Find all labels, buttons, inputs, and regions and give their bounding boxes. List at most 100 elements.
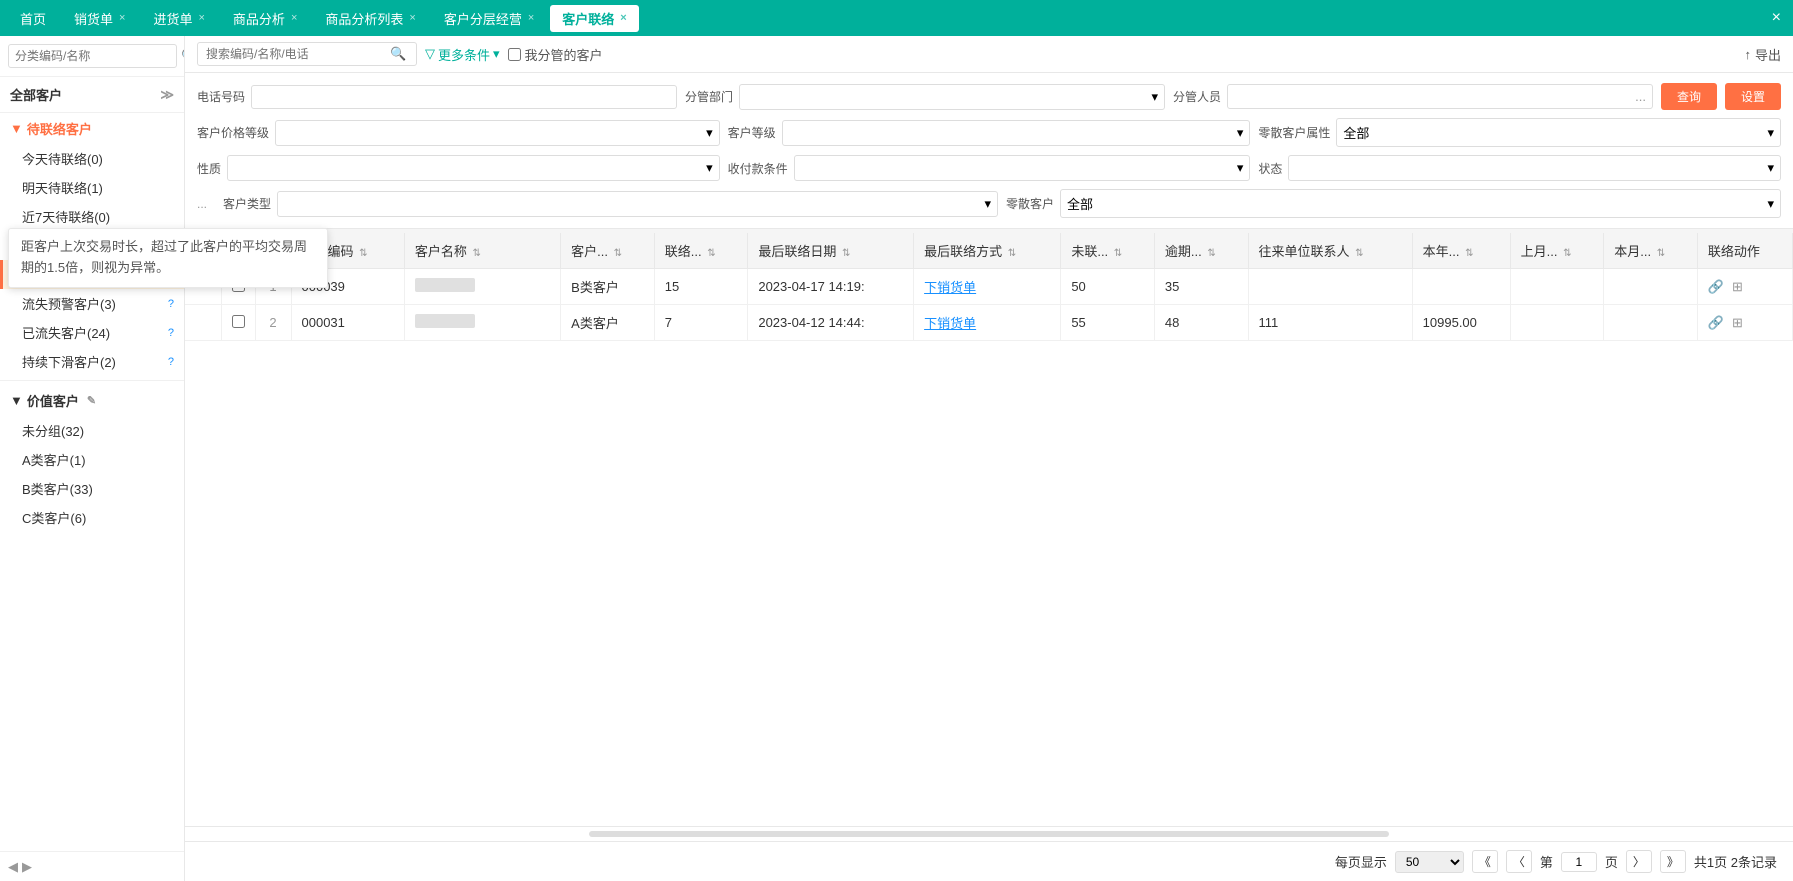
sidebar-search-input[interactable] (8, 44, 177, 68)
th-last-contact-method[interactable]: 最后联络方式 ⇅ (914, 233, 1061, 269)
sidebar-collapse-button[interactable]: ≫ (160, 87, 174, 103)
td-contacts-1 (1248, 269, 1412, 305)
nav-close-purchase[interactable]: × (198, 12, 204, 24)
action-link-icon-1[interactable]: 🔗 (1708, 279, 1724, 295)
nav-item-analysis[interactable]: 商品分析 × (221, 5, 309, 32)
close-all-tabs-button[interactable]: × (1772, 9, 1781, 27)
query-button[interactable]: 查询 (1661, 83, 1717, 110)
th-name[interactable]: 客户名称 ⇅ (404, 233, 560, 269)
export-button[interactable]: ↑ 导出 (1744, 45, 1781, 64)
sidebar-item-declining[interactable]: 持续下滑客户(2) ? (0, 347, 184, 376)
sidebar-value-group[interactable]: ▼ 价值客户 ✎ (0, 385, 184, 416)
td-contacts-2: 111 (1248, 305, 1412, 341)
nav-close-customer-contact[interactable]: × (620, 12, 626, 24)
th-last-contact-date[interactable]: 最后联络日期 ⇅ (748, 233, 914, 269)
gender-select[interactable]: ▾ (227, 155, 720, 181)
status-select[interactable]: ▾ (1288, 155, 1781, 181)
phone-input[interactable] (251, 85, 677, 109)
manager-more-icon[interactable]: ... (1635, 89, 1646, 104)
customer-type-select[interactable]: ▾ (277, 191, 998, 217)
sort-name-icon[interactable]: ⇅ (473, 248, 481, 259)
sidebar-item-lost-warning[interactable]: 流失预警客户(3) ? (0, 289, 184, 318)
value-group-edit-icon[interactable]: ✎ (87, 394, 96, 407)
declining-help-icon[interactable]: ? (168, 356, 174, 368)
th-last-month[interactable]: 上月... ⇅ (1510, 233, 1604, 269)
th-grade[interactable]: 客户... ⇅ (561, 233, 655, 269)
nav-item-purchase[interactable]: 进货单 × (141, 5, 216, 32)
nav-item-customer-tier[interactable]: 客户分层经营 × (432, 5, 546, 32)
nav-item-sales[interactable]: 销货单 × (62, 5, 137, 32)
sidebar-item-7days-pending[interactable]: 近7天待联络(0) (0, 202, 184, 231)
retail-customer-select[interactable]: 全部 ▾ (1060, 189, 1781, 218)
sort-contact-count-icon[interactable]: ⇅ (707, 248, 715, 259)
customer-type-chevron-icon: ▾ (984, 196, 991, 212)
last-page-button[interactable]: 》 (1660, 850, 1686, 873)
td-this-month-2 (1604, 305, 1698, 341)
sort-last-method-icon[interactable]: ⇅ (1008, 248, 1016, 259)
sidebar-pending-group[interactable]: ▼ 待联络客户 (0, 113, 184, 144)
sidebar-scroll-right[interactable]: ▶ (22, 859, 32, 875)
th-overdue[interactable]: 逾期... ⇅ (1154, 233, 1248, 269)
horizontal-scrollbar[interactable] (589, 831, 1389, 837)
nav-item-customer-contact[interactable]: 客户联络 × (550, 5, 638, 32)
sidebar-item-c-class[interactable]: C类客户(6) (0, 503, 184, 532)
payment-label: 收付款条件 (728, 160, 788, 177)
price-grade-select[interactable]: ▾ (275, 120, 720, 146)
sort-grade-icon[interactable]: ⇅ (614, 248, 622, 259)
nav-item-home[interactable]: 首页 (8, 5, 58, 32)
prev-page-button[interactable]: 〈 (1506, 850, 1532, 873)
nav-label-purchase: 进货单 (153, 9, 192, 28)
sidebar-item-already-lost[interactable]: 已流失客户(24) ? (0, 318, 184, 347)
action-menu-icon-2[interactable]: ⊞ (1732, 315, 1743, 331)
lost-warning-help-icon[interactable]: ? (168, 298, 174, 310)
next-page-button[interactable]: 〉 (1626, 850, 1652, 873)
more-filter-button[interactable]: ▽ 更多条件 ▾ (425, 45, 500, 64)
sort-this-month-icon[interactable]: ⇅ (1657, 248, 1665, 259)
nav-close-analysis-list[interactable]: × (409, 12, 415, 24)
first-page-button[interactable]: 《 (1472, 850, 1498, 873)
sort-code-icon[interactable]: ⇅ (359, 248, 367, 259)
settings-button[interactable]: 设置 (1725, 83, 1781, 110)
last-method-link-2[interactable]: 下销货单 (924, 316, 976, 331)
action-menu-icon-1[interactable]: ⊞ (1732, 279, 1743, 295)
per-page-select[interactable]: 50 100 (1395, 851, 1464, 873)
sort-last-month-icon[interactable]: ⇅ (1563, 248, 1571, 259)
last-method-link-1[interactable]: 下销货单 (924, 280, 976, 295)
nav-close-analysis[interactable]: × (291, 12, 297, 24)
sidebar-item-a-class[interactable]: A类客户(1) (0, 445, 184, 474)
row-checkbox-2[interactable] (232, 315, 245, 328)
sidebar-item-b-class[interactable]: B类客户(33) (0, 474, 184, 503)
th-this-month[interactable]: 本月... ⇅ (1604, 233, 1698, 269)
my-customer-check[interactable] (508, 48, 521, 61)
customer-grade-select[interactable]: ▾ (782, 120, 1251, 146)
nav-close-customer-tier[interactable]: × (528, 12, 534, 24)
sidebar-item-tomorrow-pending[interactable]: 明天待联络(1) (0, 173, 184, 202)
th-this-year[interactable]: 本年... ⇅ (1412, 233, 1510, 269)
th-contact-count[interactable]: 联络... ⇅ (654, 233, 748, 269)
nav-item-analysis-list[interactable]: 商品分析列表 × (313, 5, 427, 32)
sort-last-date-icon[interactable]: ⇅ (842, 248, 850, 259)
th-contacts[interactable]: 往来单位联系人 ⇅ (1248, 233, 1412, 269)
search-icon[interactable]: 🔍 (390, 46, 406, 62)
retail-attr-label: 零散客户属性 (1258, 124, 1330, 141)
sort-overdue-icon[interactable]: ⇅ (1207, 248, 1215, 259)
dept-select[interactable]: ▾ (739, 84, 1165, 110)
already-lost-help-icon[interactable]: ? (168, 327, 174, 339)
sort-this-year-icon[interactable]: ⇅ (1465, 248, 1473, 259)
sidebar-scroll-left[interactable]: ◀ (8, 859, 18, 875)
manager-select[interactable]: ... (1227, 84, 1653, 109)
page-input[interactable] (1561, 852, 1597, 872)
nav-close-sales[interactable]: × (119, 12, 125, 24)
retail-attr-select[interactable]: 全部 ▾ (1336, 118, 1781, 147)
action-link-icon-2[interactable]: 🔗 (1708, 315, 1724, 331)
payment-select[interactable]: ▾ (794, 155, 1251, 181)
th-uncontacted[interactable]: 未联... ⇅ (1061, 233, 1155, 269)
sort-uncontacted-icon[interactable]: ⇅ (1114, 248, 1122, 259)
sidebar-item-ungroup[interactable]: 未分组(32) (0, 416, 184, 445)
td-num-2: 2 (255, 305, 291, 341)
sort-contacts-icon[interactable]: ⇅ (1355, 248, 1363, 259)
filter-more-button[interactable]: ... (197, 197, 207, 211)
my-customer-checkbox[interactable]: 我分管的客户 (508, 45, 603, 64)
sidebar-item-today-pending[interactable]: 今天待联络(0) (0, 144, 184, 173)
search-input[interactable] (206, 47, 386, 61)
